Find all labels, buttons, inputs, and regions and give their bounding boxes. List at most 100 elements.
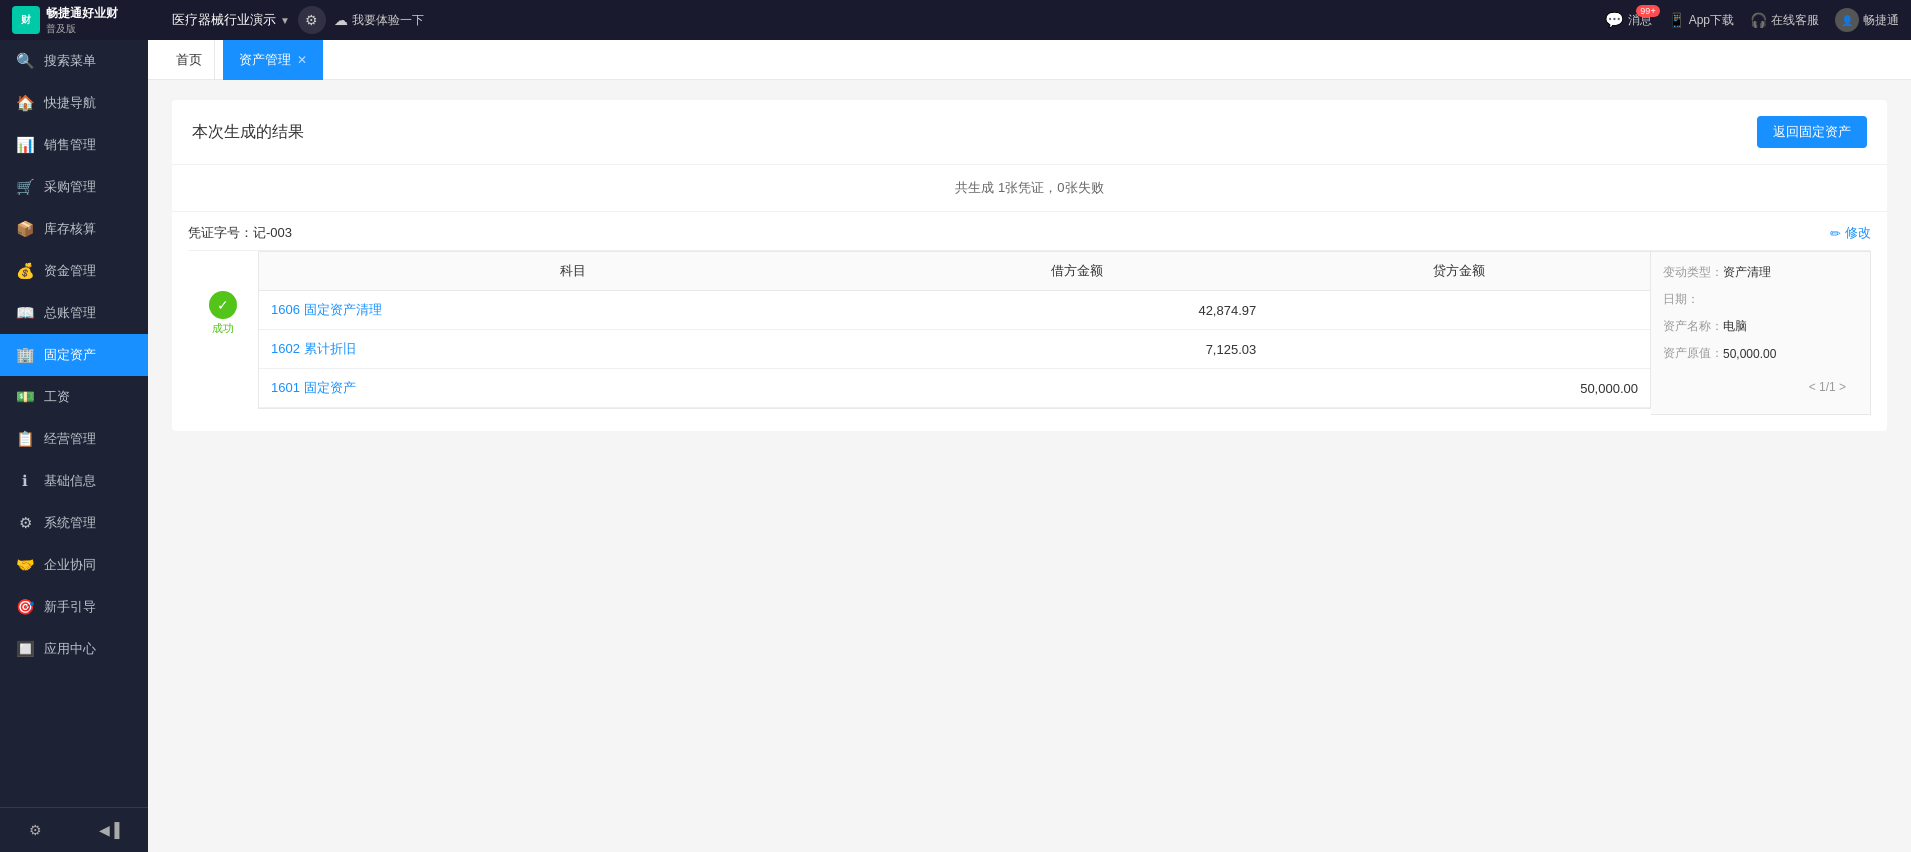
content-area: 首页 资产管理 ✕ 本次生成的结果 返回固定资产 共生成 1张凭证，0张失败 (148, 40, 1911, 852)
sidebar-item-label: 系统管理 (44, 514, 96, 532)
avatar: 👤 (1835, 8, 1859, 32)
sidebar-item-operations[interactable]: 📋 经营管理 (0, 418, 148, 460)
sidebar-item-quick-nav[interactable]: 🏠 快捷导航 (0, 82, 148, 124)
return-button[interactable]: 返回固定资产 (1757, 116, 1867, 148)
online-service-button[interactable]: 🎧 在线客服 (1750, 12, 1819, 29)
change-type-value: 资产清理 (1723, 264, 1771, 281)
tab-close-icon[interactable]: ✕ (297, 53, 307, 67)
inventory-icon: 📦 (16, 220, 34, 238)
sales-icon: 📊 (16, 136, 34, 154)
experience-button[interactable]: ☁ 我要体验一下 (334, 12, 424, 29)
settings-bottom-icon: ⚙ (29, 822, 42, 838)
sidebar-item-salary[interactable]: 💵 工资 (0, 376, 148, 418)
sidebar-item-general-ledger[interactable]: 📖 总账管理 (0, 292, 148, 334)
sidebar-item-system[interactable]: ⚙ 系统管理 (0, 502, 148, 544)
col-header-credit: 贷方金额 (1268, 252, 1650, 291)
success-icon: ✓ (209, 291, 237, 319)
tab-asset-management[interactable]: 资产管理 ✕ (223, 40, 323, 80)
enterprise-icon: 🤝 (16, 556, 34, 574)
app-center-icon: 🔲 (16, 640, 34, 658)
table-row: 1602 累计折旧 7,125.03 (259, 330, 1650, 369)
message-icon: 💬 (1605, 11, 1624, 29)
sidebar-item-label: 销售管理 (44, 136, 96, 154)
collapse-icon: ◀▐ (99, 822, 120, 838)
logo-area: 财 畅捷通好业财 普及版 (12, 5, 160, 36)
result-header: 本次生成的结果 返回固定资产 (172, 100, 1887, 165)
sidebar-item-fixed-assets[interactable]: 🏢 固定资产 (0, 334, 148, 376)
debit-cell: 7,125.03 (887, 330, 1269, 369)
settings-bottom-button[interactable]: ⚙ (23, 816, 48, 844)
user-area[interactable]: 👤 畅捷通 (1835, 8, 1899, 32)
sidebar-item-label: 新手引导 (44, 598, 96, 616)
chevron-down-icon: ▼ (280, 15, 290, 26)
sidebar-item-label: 搜索菜单 (44, 52, 96, 70)
asset-name-row: 资产名称： 电脑 (1663, 318, 1858, 335)
main-layout: 🔍 搜索菜单 🏠 快捷导航 📊 销售管理 🛒 采购管理 📦 库存核算 💰 资金管… (0, 40, 1911, 852)
result-summary: 共生成 1张凭证，0张失败 (172, 165, 1887, 212)
date-label: 日期： (1663, 291, 1723, 308)
sidebar-item-enterprise[interactable]: 🤝 企业协同 (0, 544, 148, 586)
tab-home[interactable]: 首页 (164, 40, 215, 80)
message-button[interactable]: 💬 消息 99 (1605, 11, 1652, 29)
status-column: ✓ 成功 (188, 251, 258, 336)
voucher-number: 凭证字号：记-003 (188, 224, 292, 242)
sidebar-item-label: 资金管理 (44, 262, 96, 280)
debit-cell: 42,874.97 (887, 291, 1269, 330)
header-right: 💬 消息 99 📱 App下载 🎧 在线客服 👤 畅捷通 (1605, 8, 1899, 32)
company-select[interactable]: 医疗器械行业演示 ▼ (172, 11, 290, 29)
quick-nav-icon: 🏠 (16, 94, 34, 112)
col-header-account: 科目 (259, 252, 887, 291)
account-cell: 1602 累计折旧 (259, 330, 887, 369)
sidebar-item-app-center[interactable]: 🔲 应用中心 (0, 628, 148, 670)
edit-button[interactable]: ✏ 修改 (1830, 224, 1871, 242)
credit-cell: 50,000.00 (1268, 369, 1650, 408)
sidebar-item-funds[interactable]: 💰 资金管理 (0, 250, 148, 292)
salary-icon: 💵 (16, 388, 34, 406)
download-icon: 📱 (1668, 12, 1685, 28)
logo-text: 畅捷通好业财 普及版 (46, 5, 118, 36)
settings-icon-button[interactable]: ⚙ (298, 6, 326, 34)
original-value-label: 资产原值： (1663, 345, 1723, 362)
operations-icon: 📋 (16, 430, 34, 448)
top-header: 财 畅捷通好业财 普及版 医疗器械行业演示 ▼ ⚙ ☁ 我要体验一下 💬 消息 … (0, 0, 1911, 40)
sidebar-item-label: 基础信息 (44, 472, 96, 490)
sidebar-item-base-info[interactable]: ℹ 基础信息 (0, 460, 148, 502)
header-center: 医疗器械行业演示 ▼ ⚙ ☁ 我要体验一下 (160, 6, 1605, 34)
account-cell: 1601 固定资产 (259, 369, 887, 408)
sidebar-item-sales[interactable]: 📊 销售管理 (0, 124, 148, 166)
purchase-icon: 🛒 (16, 178, 34, 196)
result-panel: 本次生成的结果 返回固定资产 共生成 1张凭证，0张失败 凭证字号：记-003 … (172, 100, 1887, 431)
credit-cell (1268, 330, 1650, 369)
voucher-header: 凭证字号：记-003 ✏ 修改 (188, 212, 1871, 251)
funds-icon: 💰 (16, 262, 34, 280)
col-header-debit: 借方金额 (887, 252, 1269, 291)
experience-icon: ☁ (334, 12, 348, 28)
sidebar-item-label: 采购管理 (44, 178, 96, 196)
sidebar-item-purchase[interactable]: 🛒 采购管理 (0, 166, 148, 208)
sidebar: 🔍 搜索菜单 🏠 快捷导航 📊 销售管理 🛒 采购管理 📦 库存核算 💰 资金管… (0, 40, 148, 852)
guide-icon: 🎯 (16, 598, 34, 616)
sidebar-item-label: 总账管理 (44, 304, 96, 322)
original-value-value: 50,000.00 (1723, 347, 1776, 361)
base-info-icon: ℹ (16, 472, 34, 490)
sidebar-item-label: 工资 (44, 388, 70, 406)
sidebar-item-label: 固定资产 (44, 346, 96, 364)
table-row: 1606 固定资产清理 42,874.97 (259, 291, 1650, 330)
asset-name-label: 资产名称： (1663, 318, 1723, 335)
account-cell: 1606 固定资产清理 (259, 291, 887, 330)
change-type-label: 变动类型： (1663, 264, 1723, 281)
edit-icon: ✏ (1830, 226, 1841, 241)
general-ledger-icon: 📖 (16, 304, 34, 322)
sidebar-item-guide[interactable]: 🎯 新手引导 (0, 586, 148, 628)
service-icon: 🎧 (1750, 12, 1767, 28)
app-download-button[interactable]: 📱 App下载 (1668, 12, 1734, 29)
sidebar-item-inventory[interactable]: 📦 库存核算 (0, 208, 148, 250)
sidebar-item-label: 库存核算 (44, 220, 96, 238)
pagination[interactable]: < 1/1 > (1663, 372, 1858, 402)
search-icon: 🔍 (16, 52, 34, 70)
system-icon: ⚙ (16, 514, 34, 532)
page-title: 本次生成的结果 (192, 122, 304, 143)
status-label: 成功 (212, 321, 234, 336)
sidebar-item-search[interactable]: 🔍 搜索菜单 (0, 40, 148, 82)
collapse-button[interactable]: ◀▐ (93, 816, 126, 844)
